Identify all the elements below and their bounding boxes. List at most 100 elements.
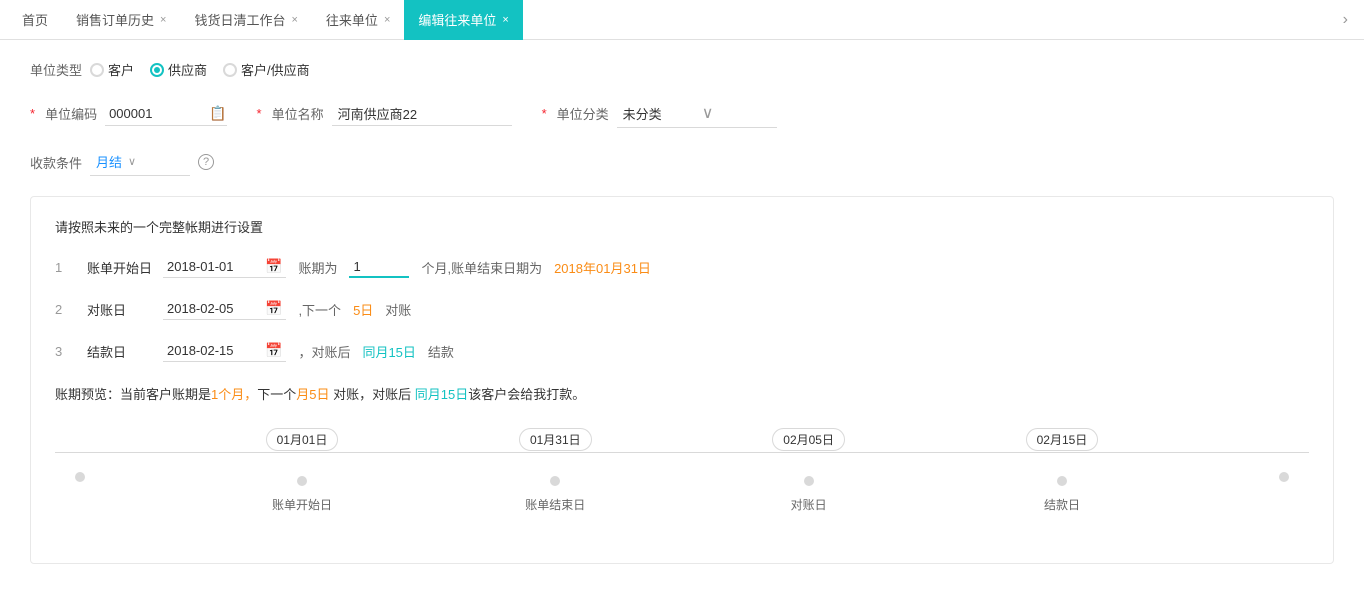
step-1-desc-prefix: 账期为: [298, 258, 337, 277]
timeline-node-1: 01月01日 账单开始日: [266, 428, 339, 513]
step-1-number: 1: [55, 260, 75, 275]
preview-reconcile: 月5日: [296, 387, 329, 402]
payment-condition-arrow: ∨: [128, 155, 136, 168]
timeline-left-end: [75, 428, 85, 482]
preview-reconcile-prefix: 下一个: [257, 387, 296, 402]
payment-condition-value: 月结: [96, 152, 122, 171]
unit-code-star: *: [30, 106, 35, 121]
step-2-desc-suffix: 对账: [385, 300, 411, 319]
preview-payment: 同月15日: [415, 387, 468, 402]
timeline-node-1-dot: [297, 476, 307, 486]
payment-condition-field: 收款条件 月结 ∨ ?: [30, 148, 214, 176]
unit-category-select[interactable]: 未分类 ∨: [617, 99, 777, 128]
settings-panel: 请按照未来的一个完整帐期进行设置 1 账单开始日 📅 账期为 个月,账单结束日期…: [30, 196, 1334, 564]
unit-category-field: * 单位分类 未分类 ∨: [542, 99, 777, 128]
timeline-right-end: [1279, 428, 1289, 482]
preview-end: 该客户会给我打款。: [468, 387, 585, 402]
step-2-date-field[interactable]: [167, 301, 257, 316]
step-3-date-input: 📅: [163, 340, 286, 362]
unit-category-star: *: [542, 106, 547, 121]
preview-label: 账期预览：当前客户账期是: [55, 387, 211, 402]
unit-info-row: * 单位编码 📋 * 单位名称 * 单位分类 未分类 ∨: [30, 99, 1334, 128]
step-1-period-input[interactable]: [349, 257, 409, 278]
unit-name-star: *: [257, 106, 262, 121]
timeline-node-3-dot: [804, 476, 814, 486]
radio-supplier[interactable]: 供应商: [150, 60, 207, 79]
tab-sales-history-close[interactable]: ×: [160, 14, 166, 26]
tab-sales-history[interactable]: 销售订单历史 ×: [62, 0, 180, 40]
tab-edit-partner-label: 编辑往来单位: [418, 10, 496, 29]
radio-both-label: 客户/供应商: [241, 60, 310, 79]
step-2-row: 2 对账日 📅 ,下一个 5日 对账: [55, 298, 1309, 320]
step-2-number: 2: [55, 302, 75, 317]
radio-both[interactable]: 客户/供应商: [223, 60, 310, 79]
timeline-container: 01月01日 账单开始日 01月31日 账单结束日 02月05日 对账日: [55, 428, 1309, 543]
radio-supplier-label: 供应商: [168, 60, 207, 79]
timeline-node-2-dot: [550, 476, 560, 486]
radio-customer-label: 客户: [108, 60, 134, 79]
step-1-desc-suffix: 个月,账单结束日期为: [421, 258, 542, 277]
unit-code-copy-icon[interactable]: 📋: [209, 105, 226, 122]
tab-cash-daily[interactable]: 钱货日清工作台 ×: [180, 0, 311, 40]
unit-code-input-group: 📋: [105, 102, 226, 126]
step-2-calendar-icon[interactable]: 📅: [265, 300, 282, 317]
step-1-date-input: 📅: [163, 256, 286, 278]
tab-partner-close[interactable]: ×: [384, 14, 390, 26]
step-3-desc-prefix: ，对账后: [298, 342, 350, 361]
timeline-node-2-label: 01月31日: [519, 428, 592, 451]
tabs-bar: 首页 销售订单历史 × 钱货日清工作台 × 往来单位 × 编辑往来单位 × ›: [0, 0, 1364, 40]
step-1-date-field[interactable]: [167, 259, 257, 274]
step-3-label: 结款日: [87, 342, 151, 361]
step-1-end-date: 2018年01月31日: [554, 258, 651, 277]
timeline-node-4-label: 02月15日: [1026, 428, 1099, 451]
panel-title: 请按照未来的一个完整帐期进行设置: [55, 217, 1309, 236]
unit-category-value: 未分类: [623, 104, 662, 123]
radio-customer-circle: [90, 63, 104, 77]
tab-home[interactable]: 首页: [8, 0, 62, 40]
timeline-node-3-desc: 对账日: [791, 496, 827, 513]
tab-partner[interactable]: 往来单位 ×: [312, 0, 404, 40]
radio-supplier-circle: [150, 63, 164, 77]
step-1-calendar-icon[interactable]: 📅: [265, 258, 282, 275]
step-1-label: 账单开始日: [87, 258, 151, 277]
timeline-node-1-label: 01月01日: [266, 428, 339, 451]
unit-type-label: 单位类型: [30, 60, 82, 79]
step-1-row: 1 账单开始日 📅 账期为 个月,账单结束日期为 2018年01月31日: [55, 256, 1309, 278]
timeline-left-dot: [75, 472, 85, 482]
unit-name-field: * 单位名称: [257, 102, 512, 126]
unit-type-radios: 客户 供应商 客户/供应商: [90, 60, 310, 79]
unit-name-label: 单位名称: [272, 104, 324, 123]
tab-partner-label: 往来单位: [326, 10, 378, 29]
payment-help-icon[interactable]: ?: [198, 154, 214, 170]
unit-code-input[interactable]: [105, 102, 205, 125]
payment-condition-select[interactable]: 月结 ∨: [90, 148, 190, 176]
preview-period: 1个月，: [211, 387, 257, 402]
step-3-calendar-icon[interactable]: 📅: [265, 342, 282, 359]
preview-text: 账期预览：当前客户账期是1个月，下一个月5日 对账，对账后 同月15日该客户会给…: [55, 382, 1309, 408]
timeline-node-3-label: 02月05日: [772, 428, 845, 451]
step-2-date-input: 📅: [163, 298, 286, 320]
timeline-node-3: 02月05日 对账日: [772, 428, 845, 513]
unit-name-input[interactable]: [332, 102, 512, 126]
preview-reconcile-suffix: 对账，对账后: [330, 387, 415, 402]
unit-category-label: 单位分类: [557, 104, 609, 123]
step-2-desc-comma: ,下一个: [298, 300, 341, 319]
tab-edit-partner[interactable]: 编辑往来单位 ×: [404, 0, 522, 40]
unit-code-field: * 单位编码 📋: [30, 102, 227, 126]
step-3-date-field[interactable]: [167, 343, 257, 358]
radio-both-circle: [223, 63, 237, 77]
timeline-nodes: 01月01日 账单开始日 01月31日 账单结束日 02月05日 对账日: [75, 428, 1289, 513]
tab-cash-daily-close[interactable]: ×: [291, 14, 297, 26]
radio-customer[interactable]: 客户: [90, 60, 134, 79]
timeline-node-4-desc: 结款日: [1044, 496, 1080, 513]
tab-sales-history-label: 销售订单历史: [76, 10, 154, 29]
step-3-number: 3: [55, 344, 75, 359]
unit-type-field: 单位类型 客户 供应商 客户/供应商: [30, 60, 310, 79]
step-3-row: 3 结款日 📅 ，对账后 同月15日 结款: [55, 340, 1309, 362]
step-3-highlight: 同月15日: [362, 342, 415, 361]
tab-edit-partner-close[interactable]: ×: [502, 14, 508, 26]
tabs-more-button[interactable]: ›: [1335, 11, 1356, 29]
main-content: 单位类型 客户 供应商 客户/供应商 * 单位编码: [0, 40, 1364, 608]
payment-condition-row: 收款条件 月结 ∨ ?: [30, 148, 1334, 176]
tab-cash-daily-label: 钱货日清工作台: [194, 10, 285, 29]
